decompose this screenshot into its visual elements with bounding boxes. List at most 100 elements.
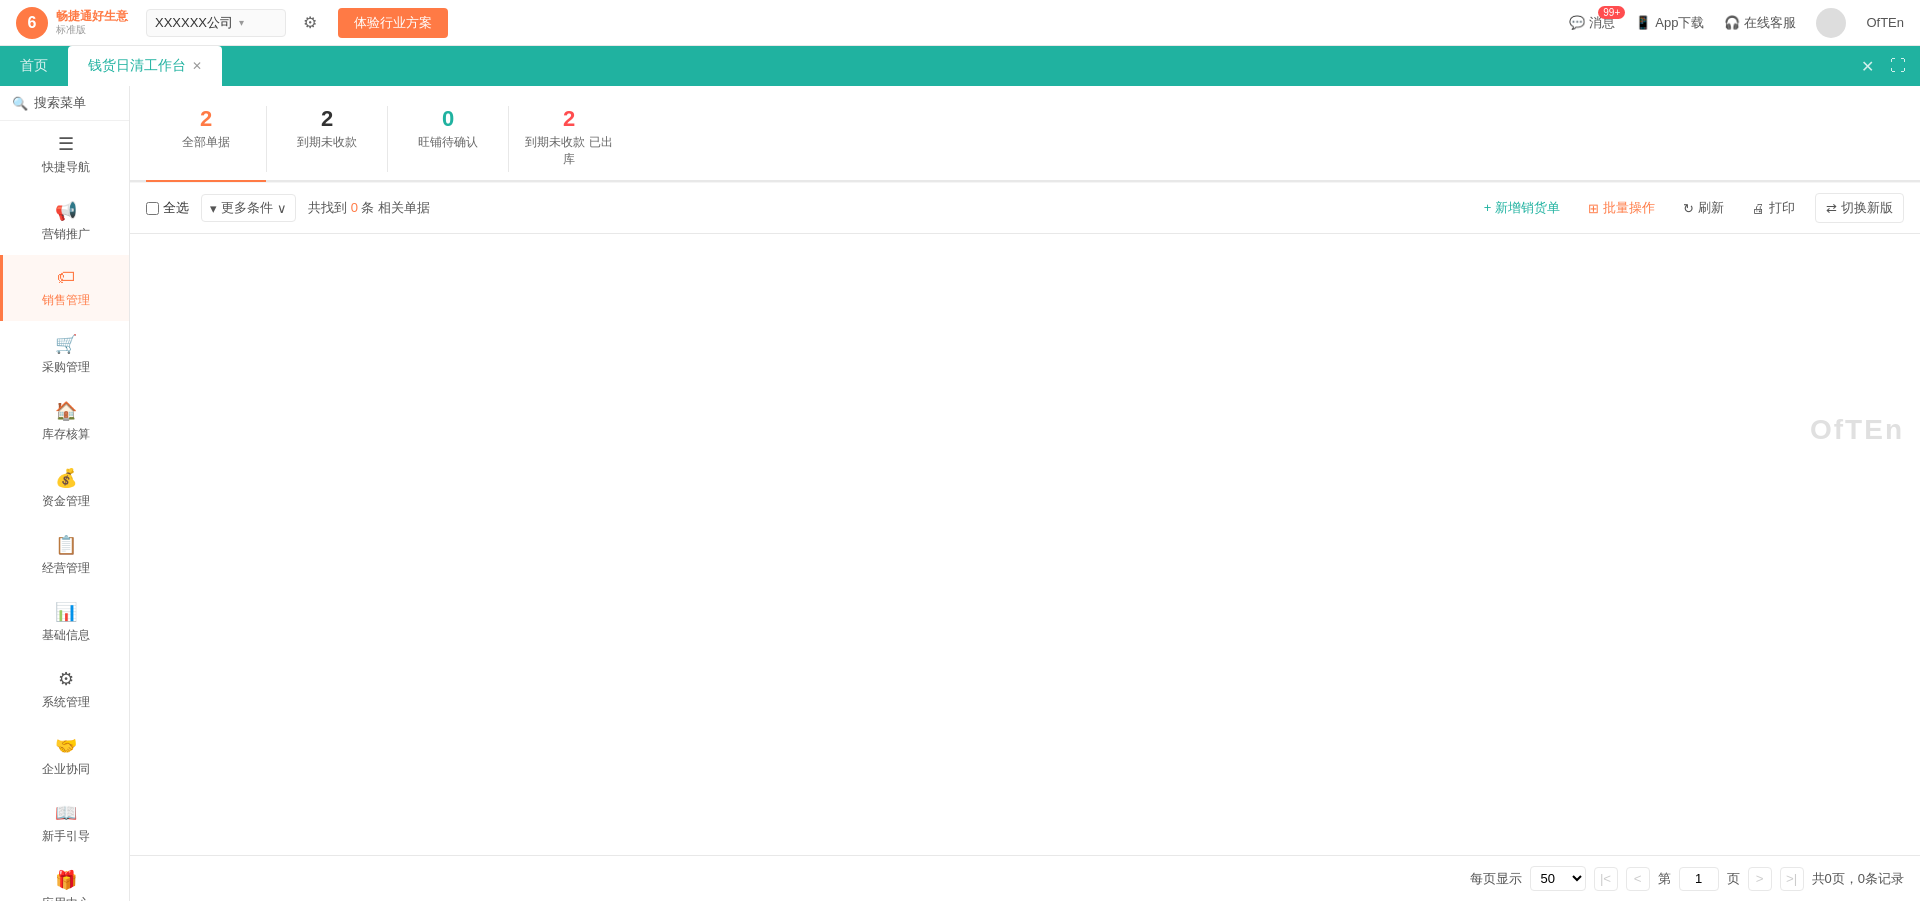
watermark: OfTEn — [1810, 414, 1920, 446]
main-layout: 🔍 搜索菜单 ☰ 快捷导航 📢 营销推广 🏷 销售管理 🛒 采购管理 🏠 库存核… — [0, 86, 1920, 901]
select-all-input[interactable] — [146, 202, 159, 215]
sales-icon: 🏷 — [57, 267, 75, 288]
stat-label-pending: 旺铺待确认 — [400, 134, 496, 151]
found-prefix: 共找到 — [308, 200, 347, 215]
app-download-label: App下载 — [1655, 14, 1704, 32]
tab-work[interactable]: 钱货日清工作台 ✕ — [68, 46, 222, 86]
sidebar-item-quicknav[interactable]: ☰ 快捷导航 — [0, 121, 129, 188]
tab-home-label: 首页 — [20, 57, 48, 75]
appcenter-icon: 🎁 — [55, 869, 77, 891]
stat-count-overdue: 2 — [279, 106, 375, 132]
content-area: 2 全部单据 2 到期未收款 0 旺铺待确认 2 到期未收款 已出库 — [130, 86, 1920, 901]
batch-icon: ⊞ — [1588, 201, 1599, 216]
sidebar-item-finance[interactable]: 💰 资金管理 — [0, 455, 129, 522]
sidebar-item-appcenter[interactable]: 🎁 应用中心 — [0, 857, 129, 901]
top-bar: 6 畅捷通好生意 标准版 XXXXXX公司 ▾ ⚙ 体验行业方案 💬 消息 99… — [0, 0, 1920, 46]
message-btn[interactable]: 💬 消息 99+ — [1569, 14, 1615, 32]
refresh-label: 刷新 — [1698, 199, 1724, 217]
found-text: 共找到 0 条 相关单据 — [308, 199, 430, 217]
switch-icon: ⇄ — [1826, 201, 1837, 216]
found-unit: 条 — [361, 200, 374, 215]
search-menu-btn[interactable]: 🔍 搜索菜单 — [0, 86, 129, 121]
marketing-icon: 📢 — [55, 200, 77, 222]
sidebar-item-inventory[interactable]: 🏠 库存核算 — [0, 388, 129, 455]
sidebar-enterprise-label: 企业协同 — [42, 761, 90, 778]
stat-label-overdue: 到期未收款 — [279, 134, 375, 151]
refresh-icon: ↻ — [1683, 201, 1694, 216]
batch-label: 批量操作 — [1603, 199, 1655, 217]
sidebar-item-sales[interactable]: 🏷 销售管理 — [0, 255, 129, 321]
page-input[interactable] — [1679, 867, 1719, 891]
stat-tab-overdue[interactable]: 2 到期未收款 — [267, 98, 387, 182]
filter-label: 更多条件 — [221, 199, 273, 217]
nav-tabs: 首页 钱货日清工作台 ✕ ✕ ⛶ — [0, 46, 1920, 86]
stat-count-shipped: 2 — [521, 106, 617, 132]
sidebar-marketing-label: 营销推广 — [42, 226, 90, 243]
page-next-btn[interactable]: > — [1748, 867, 1772, 891]
sidebar-item-operations[interactable]: 📋 经营管理 — [0, 522, 129, 589]
enterprise-icon: 🤝 — [55, 735, 77, 757]
sidebar-item-basicinfo[interactable]: 📊 基础信息 — [0, 589, 129, 656]
search-menu-label: 搜索菜单 — [34, 94, 86, 112]
avatar[interactable] — [1816, 8, 1846, 38]
trial-button[interactable]: 体验行业方案 — [338, 8, 448, 38]
sidebar-operations-label: 经营管理 — [42, 560, 90, 577]
search-icon: 🔍 — [12, 96, 28, 111]
sidebar-item-marketing[interactable]: 📢 营销推广 — [0, 188, 129, 255]
select-all-checkbox[interactable]: 全选 — [146, 199, 189, 217]
tab-home[interactable]: 首页 — [0, 46, 68, 86]
nav-tabs-right: ✕ ⛶ — [1855, 53, 1920, 80]
sidebar-guide-label: 新手引导 — [42, 828, 90, 845]
logo-text: 畅捷通好生意 标准版 — [56, 9, 128, 35]
found-count: 0 — [351, 200, 358, 215]
filter-icon: ▾ — [210, 201, 217, 216]
stat-tab-all[interactable]: 2 全部单据 — [146, 98, 266, 182]
company-name: XXXXXX公司 — [155, 14, 233, 32]
stat-label-shipped: 到期未收款 已出库 — [521, 134, 617, 168]
batch-btn[interactable]: ⊞ 批量操作 — [1580, 195, 1663, 221]
app-download-btn[interactable]: 📱 App下载 — [1635, 14, 1704, 32]
page-size-select[interactable]: 50 100 200 — [1530, 866, 1586, 891]
online-service-btn[interactable]: 🎧 在线客服 — [1724, 14, 1796, 32]
sidebar-finance-label: 资金管理 — [42, 493, 90, 510]
guide-icon: 📖 — [55, 802, 77, 824]
tab-collapse-icon[interactable]: ✕ — [1855, 53, 1880, 80]
filter-chevron-icon: ∨ — [277, 201, 287, 216]
tab-expand-icon[interactable]: ⛶ — [1884, 53, 1912, 79]
settings-icon[interactable]: ⚙ — [294, 7, 326, 39]
refresh-btn[interactable]: ↻ 刷新 — [1675, 195, 1732, 221]
sidebar-inventory-label: 库存核算 — [42, 426, 90, 443]
total-info: 共0页，0条记录 — [1812, 870, 1904, 888]
toolbar: 全选 ▾ 更多条件 ∨ 共找到 0 条 相关单据 + 新增销货单 ⊞ 批量操作 — [130, 183, 1920, 234]
stat-tab-shipped[interactable]: 2 到期未收款 已出库 — [509, 98, 629, 182]
inventory-icon: 🏠 — [55, 400, 77, 422]
sidebar-appcenter-label: 应用中心 — [42, 895, 90, 901]
operations-icon: 📋 — [55, 534, 77, 556]
tab-work-label: 钱货日清工作台 — [88, 57, 186, 75]
user-name: OfTEn — [1866, 15, 1904, 30]
toolbar-right: + 新增销货单 ⊞ 批量操作 ↻ 刷新 🖨 打印 ⇄ 切换新版 — [1476, 193, 1904, 223]
tab-close-icon[interactable]: ✕ — [192, 59, 202, 73]
pagination: 每页显示 50 100 200 |< < 第 页 > >| 共0页，0条记录 — [130, 855, 1920, 901]
stat-tab-pending[interactable]: 0 旺铺待确认 — [388, 98, 508, 182]
filter-button[interactable]: ▾ 更多条件 ∨ — [201, 194, 296, 222]
company-selector[interactable]: XXXXXX公司 ▾ — [146, 9, 286, 37]
logo-area: 6 畅捷通好生意 标准版 — [16, 7, 146, 39]
sidebar-quicknav-label: 快捷导航 — [42, 159, 90, 176]
sidebar-item-guide[interactable]: 📖 新手引导 — [0, 790, 129, 857]
page-size-label: 每页显示 — [1470, 870, 1522, 888]
app-subtitle: 标准版 — [56, 24, 128, 36]
print-btn[interactable]: 🖨 打印 — [1744, 195, 1803, 221]
switch-version-btn[interactable]: ⇄ 切换新版 — [1815, 193, 1904, 223]
stat-count-all: 2 — [158, 106, 254, 132]
sidebar-item-enterprise[interactable]: 🤝 企业协同 — [0, 723, 129, 790]
stat-label-all: 全部单据 — [158, 134, 254, 151]
page-prev-btn[interactable]: < — [1626, 867, 1650, 891]
page-last-btn[interactable]: >| — [1780, 867, 1804, 891]
new-sale-btn[interactable]: + 新增销货单 — [1476, 195, 1568, 221]
sidebar-item-purchase[interactable]: 🛒 采购管理 — [0, 321, 129, 388]
sidebar-item-system[interactable]: ⚙ 系统管理 — [0, 656, 129, 723]
online-service-label: 在线客服 — [1744, 14, 1796, 32]
message-icon: 💬 — [1569, 15, 1585, 30]
page-first-btn[interactable]: |< — [1594, 867, 1618, 891]
